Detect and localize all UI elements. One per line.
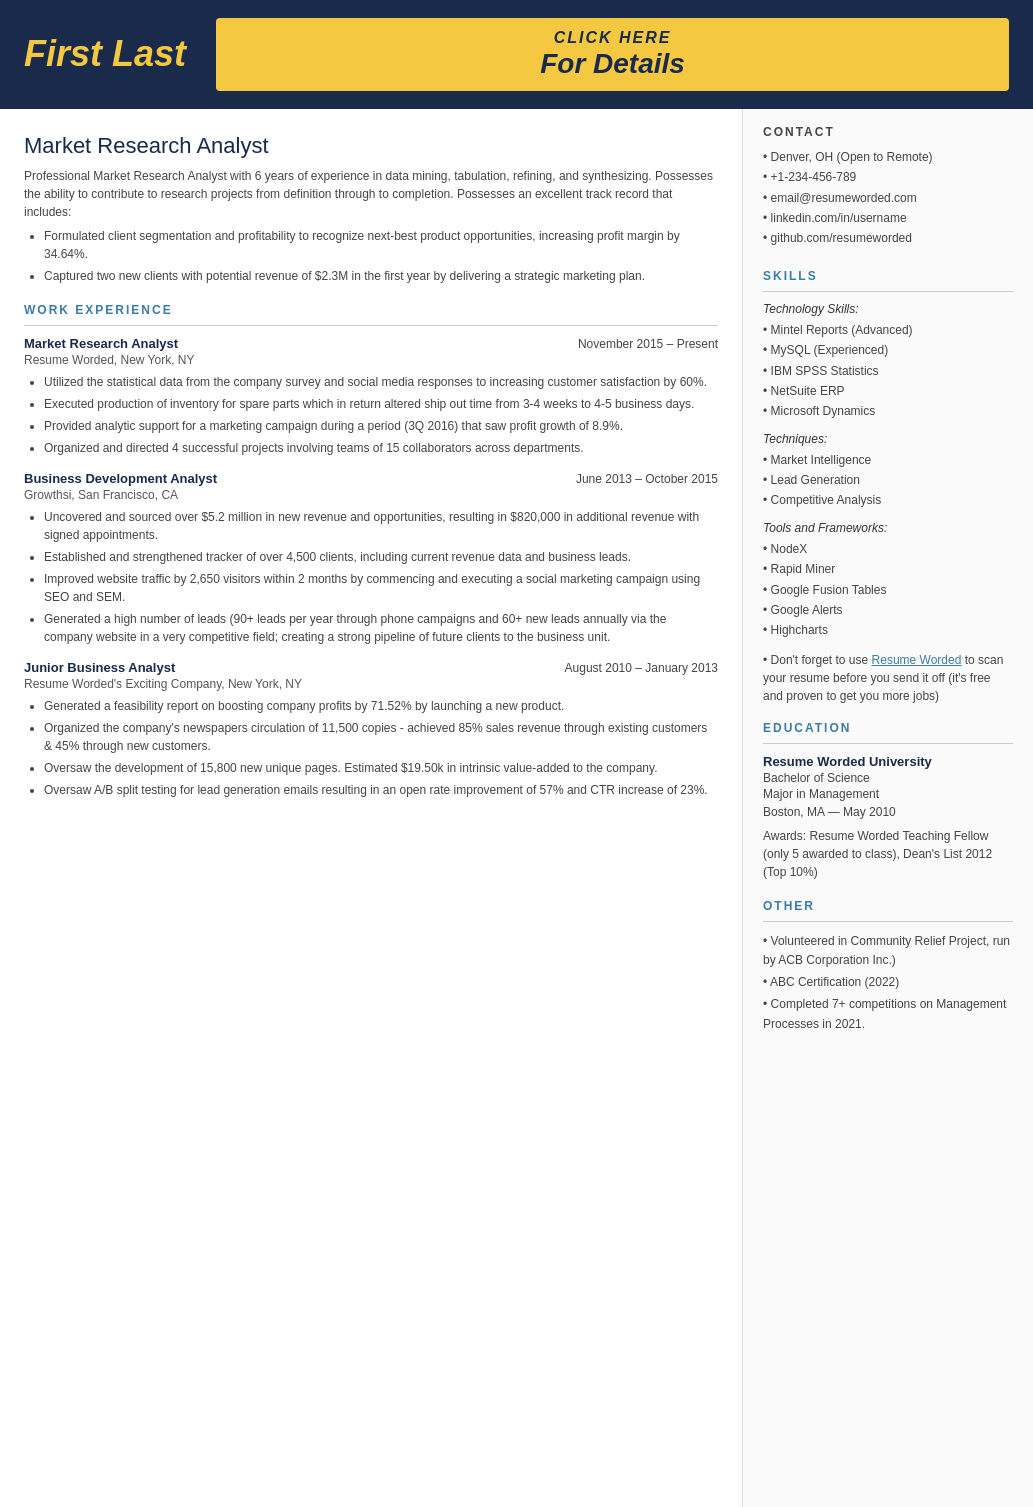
other-item-1: Volunteered in Community Relief Project,… (763, 932, 1013, 970)
summary-bullet-1: Formulated client segmentation and profi… (44, 227, 718, 263)
summary-text: Professional Market Research Analyst wit… (24, 167, 718, 221)
left-column: Market Research Analyst Professional Mar… (0, 109, 743, 1507)
tech-skill-3: IBM SPSS Statistics (763, 361, 1013, 381)
contact-item-1: Denver, OH (Open to Remote) (763, 147, 1013, 167)
job-2-header: Business Development Analyst June 2013 –… (24, 471, 718, 486)
cta-bottom-text: For Details (540, 48, 685, 79)
job-1-title: Market Research Analyst (24, 336, 178, 351)
contact-item-4: linkedin.com/in/username (763, 208, 1013, 228)
header: First Last CLICK HERE For Details (0, 0, 1033, 109)
tools-list: NodeX Rapid Miner Google Fusion Tables G… (763, 539, 1013, 641)
job-entry-1: Market Research Analyst November 2015 – … (24, 336, 718, 457)
promo-link[interactable]: Resume Worded (872, 653, 962, 667)
job-entry-3: Junior Business Analyst August 2010 – Ja… (24, 660, 718, 799)
job-3-bullet-3: Oversaw the development of 15,800 new un… (44, 759, 718, 777)
job-3-company: Resume Worded's Exciting Company, New Yo… (24, 677, 718, 691)
summary-bullets: Formulated client segmentation and profi… (44, 227, 718, 285)
edu-major: Major in Management (763, 785, 1013, 803)
other-list: Volunteered in Community Relief Project,… (763, 932, 1013, 1034)
techniques-label: Techniques: (763, 432, 1013, 446)
job-1-bullet-1: Utilized the statistical data from the c… (44, 373, 718, 391)
edu-degree: Bachelor of Science (763, 771, 1013, 785)
skills-divider (763, 291, 1013, 292)
job-3-header: Junior Business Analyst August 2010 – Ja… (24, 660, 718, 675)
tool-3: Google Fusion Tables (763, 580, 1013, 600)
edu-location-date: Boston, MA — May 2010 (763, 803, 1013, 821)
tech-skills-list: Mintel Reports (Advanced) MySQL (Experie… (763, 320, 1013, 422)
main-content: Market Research Analyst Professional Mar… (0, 109, 1033, 1507)
contact-list: Denver, OH (Open to Remote) +1-234-456-7… (763, 147, 1013, 249)
edu-divider (763, 743, 1013, 744)
job-1-dates: November 2015 – Present (578, 337, 718, 351)
contact-item-2: +1-234-456-789 (763, 167, 1013, 187)
cta-banner[interactable]: CLICK HERE For Details (216, 18, 1009, 91)
work-divider (24, 325, 718, 326)
tech-skill-5: Microsoft Dynamics (763, 401, 1013, 421)
job-title: Market Research Analyst (24, 129, 718, 159)
technique-3: Competitive Analysis (763, 490, 1013, 510)
tech-skill-1: Mintel Reports (Advanced) (763, 320, 1013, 340)
job-3-bullet-2: Organized the company's newspapers circu… (44, 719, 718, 755)
skills-tools: Tools and Frameworks: NodeX Rapid Miner … (763, 521, 1013, 641)
work-experience-label: WORK EXPERIENCE (24, 303, 718, 317)
job-2-company: Growthsi, San Francisco, CA (24, 488, 718, 502)
right-column: CONTACT Denver, OH (Open to Remote) +1-2… (743, 109, 1033, 1507)
job-2-title: Business Development Analyst (24, 471, 217, 486)
candidate-name: First Last (24, 33, 186, 75)
job-2-bullet-1: Uncovered and sourced over $5.2 million … (44, 508, 718, 544)
education-entry: Resume Worded University Bachelor of Sci… (763, 754, 1013, 881)
tools-label: Tools and Frameworks: (763, 521, 1013, 535)
skills-tech: Technology Skills: Mintel Reports (Advan… (763, 302, 1013, 422)
job-2-bullets: Uncovered and sourced over $5.2 million … (44, 508, 718, 646)
contact-item-3: email@resumeworded.com (763, 188, 1013, 208)
other-divider (763, 921, 1013, 922)
job-entry-2: Business Development Analyst June 2013 –… (24, 471, 718, 646)
contact-label: CONTACT (763, 125, 1013, 139)
job-2-bullet-3: Improved website traffic by 2,650 visito… (44, 570, 718, 606)
technique-2: Lead Generation (763, 470, 1013, 490)
job-3-title: Junior Business Analyst (24, 660, 175, 675)
tech-skills-label: Technology Skills: (763, 302, 1013, 316)
tool-5: Highcharts (763, 620, 1013, 640)
techniques-list: Market Intelligence Lead Generation Comp… (763, 450, 1013, 511)
job-1-bullets: Utilized the statistical data from the c… (44, 373, 718, 457)
skills-techniques: Techniques: Market Intelligence Lead Gen… (763, 432, 1013, 511)
other-label: OTHER (763, 899, 1013, 913)
job-2-dates: June 2013 – October 2015 (576, 472, 718, 486)
job-1-bullet-2: Executed production of inventory for spa… (44, 395, 718, 413)
tool-2: Rapid Miner (763, 559, 1013, 579)
cta-top-text: CLICK HERE (244, 28, 981, 47)
promo-box: • Don't forget to use Resume Worded to s… (763, 651, 1013, 705)
promo-prefix: • Don't forget to use (763, 653, 872, 667)
education-label: EDUCATION (763, 721, 1013, 735)
job-3-bullet-1: Generated a feasibility report on boosti… (44, 697, 718, 715)
job-1-company: Resume Worded, New York, NY (24, 353, 718, 367)
technique-1: Market Intelligence (763, 450, 1013, 470)
summary-bullet-2: Captured two new clients with potential … (44, 267, 718, 285)
job-2-bullet-2: Established and strengthened tracker of … (44, 548, 718, 566)
contact-item-5: github.com/resumeworded (763, 228, 1013, 248)
edu-awards: Awards: Resume Worded Teaching Fellow (o… (763, 827, 1013, 881)
edu-school: Resume Worded University (763, 754, 1013, 769)
job-3-bullets: Generated a feasibility report on boosti… (44, 697, 718, 799)
resume-page: First Last CLICK HERE For Details Market… (0, 0, 1033, 1507)
job-1-bullet-3: Provided analytic support for a marketin… (44, 417, 718, 435)
tech-skill-2: MySQL (Experienced) (763, 340, 1013, 360)
job-1-bullet-4: Organized and directed 4 successful proj… (44, 439, 718, 457)
tool-4: Google Alerts (763, 600, 1013, 620)
job-1-header: Market Research Analyst November 2015 – … (24, 336, 718, 351)
job-2-bullet-4: Generated a high number of leads (90+ le… (44, 610, 718, 646)
job-3-bullet-4: Oversaw A/B split testing for lead gener… (44, 781, 718, 799)
skills-label: SKILLS (763, 269, 1013, 283)
tech-skill-4: NetSuite ERP (763, 381, 1013, 401)
work-experience-section: WORK EXPERIENCE Market Research Analyst … (24, 303, 718, 799)
other-item-3: Completed 7+ competitions on Management … (763, 995, 1013, 1033)
tool-1: NodeX (763, 539, 1013, 559)
other-item-2: ABC Certification (2022) (763, 973, 1013, 992)
job-3-dates: August 2010 – January 2013 (565, 661, 718, 675)
